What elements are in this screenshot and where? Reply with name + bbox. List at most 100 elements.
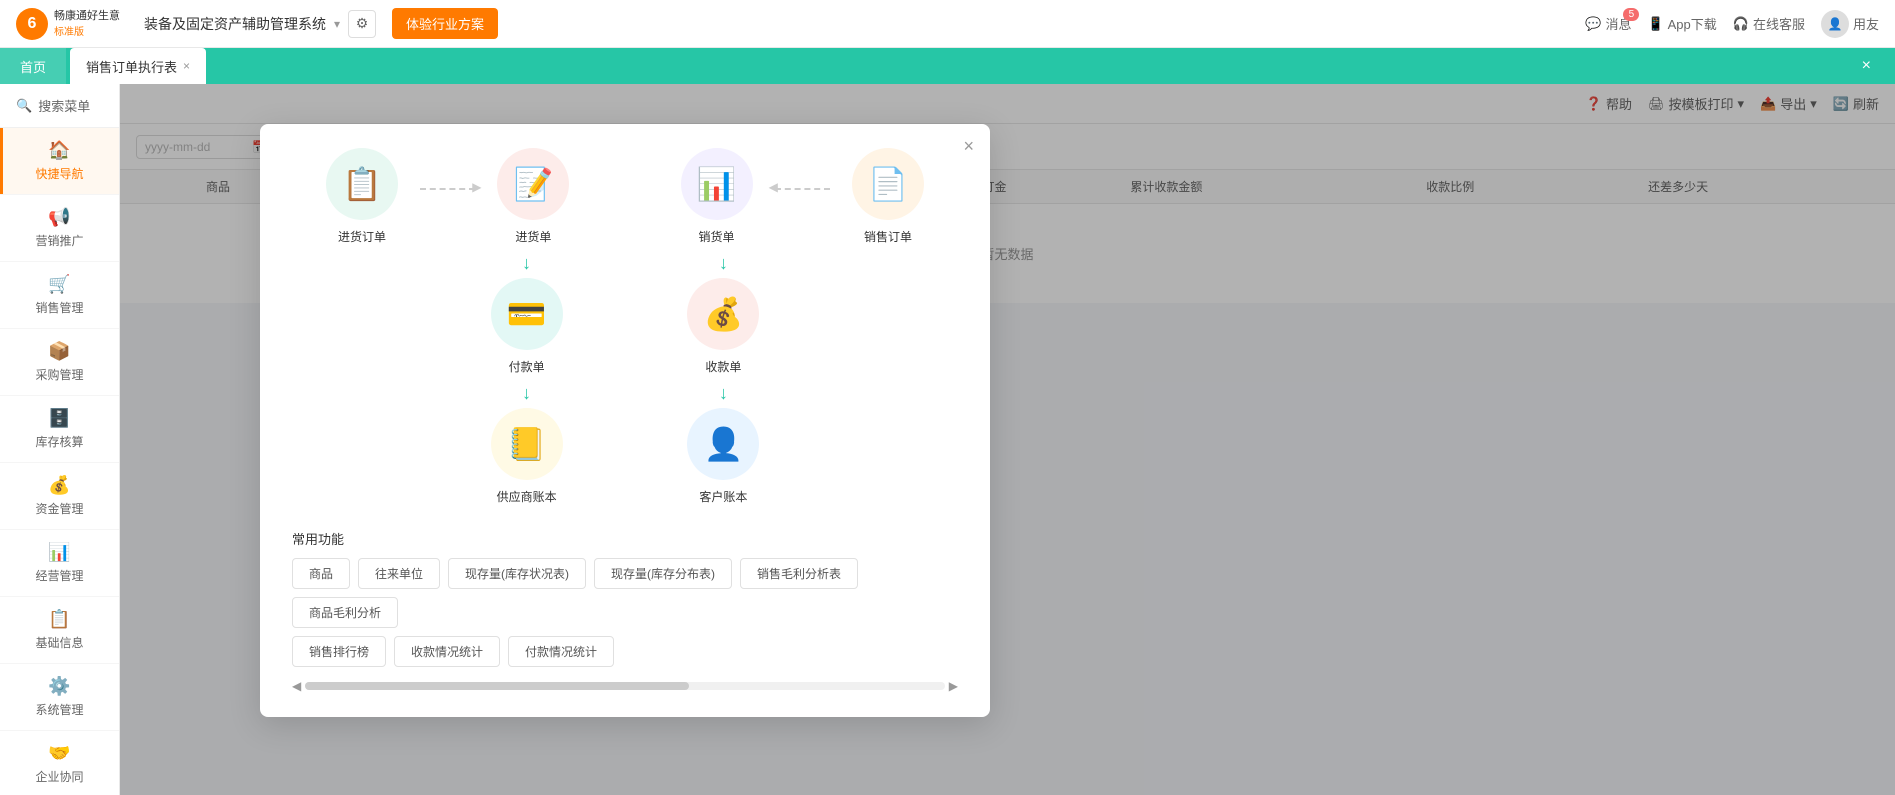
sidebar-item-enterprise[interactable]: 🤝 企业协同 bbox=[0, 731, 119, 795]
sidebar-label-finance: 资金管理 bbox=[35, 500, 83, 517]
func-btn-sales-rank[interactable]: 销售排行榜 bbox=[292, 636, 386, 667]
sales-order-node[interactable]: 📄 销售订单 bbox=[838, 148, 938, 245]
down-arrow-sales: ↓ bbox=[673, 253, 773, 274]
tab-home[interactable]: 首页 bbox=[0, 48, 66, 84]
main-layout: 🔍 搜索菜单 🏠 快捷导航 📢 营销推广 🛒 销售管理 📦 采购管理 🗄️ 库存… bbox=[0, 84, 1895, 795]
search-icon: 🔍 bbox=[16, 98, 32, 114]
payment-slip-node[interactable]: 💳 付款单 bbox=[477, 278, 577, 375]
flow-arrows-down: ↓ ↓ bbox=[292, 253, 958, 274]
customer-ledger-label: 客户账本 bbox=[699, 488, 747, 505]
tab-sales-order[interactable]: 销售订单执行表 × bbox=[70, 48, 206, 84]
message-button[interactable]: 💬 消息 5 bbox=[1585, 14, 1631, 33]
func-btn-inventory-status[interactable]: 现存量(库存状况表) bbox=[448, 558, 586, 589]
func-btn-goods[interactable]: 商品 bbox=[292, 558, 350, 589]
sidebar-item-marketing[interactable]: 📢 营销推广 bbox=[0, 195, 119, 262]
sidebar: 🔍 搜索菜单 🏠 快捷导航 📢 营销推广 🛒 销售管理 📦 采购管理 🗄️ 库存… bbox=[0, 84, 120, 795]
sidebar-item-inventory[interactable]: 🗄️ 库存核算 bbox=[0, 396, 119, 463]
receipt-slip-node[interactable]: 💰 收款单 bbox=[673, 278, 773, 375]
dropdown-arrow-icon[interactable]: ▾ bbox=[334, 17, 340, 31]
modal-overlay[interactable]: × 📋 进货订单 bbox=[120, 84, 1895, 795]
func-btn-sales-profit[interactable]: 销售毛利分析表 bbox=[740, 558, 858, 589]
marketing-icon: 📢 bbox=[48, 207, 70, 228]
sales-receipt-node[interactable]: 📊 销货单 bbox=[667, 148, 767, 245]
sales-receipt-circle: 📊 bbox=[681, 148, 753, 220]
system-icon: ⚙️ bbox=[48, 676, 70, 697]
sidebar-item-basic-info[interactable]: 📋 基础信息 bbox=[0, 597, 119, 664]
sidebar-item-purchase[interactable]: 📦 采购管理 bbox=[0, 329, 119, 396]
purchase-receipt-circle: 📝 bbox=[497, 148, 569, 220]
arrow-purchase-to-receipt: ▶ bbox=[412, 188, 483, 190]
sidebar-label-enterprise: 企业协同 bbox=[35, 768, 83, 785]
search-menu[interactable]: 🔍 搜索菜单 bbox=[0, 84, 119, 128]
sidebar-label-basic-info: 基础信息 bbox=[35, 634, 83, 651]
experience-button[interactable]: 体验行业方案 bbox=[392, 8, 498, 39]
settings-icon[interactable]: ⚙ bbox=[348, 10, 376, 38]
down-arrow-purchase: ↓ bbox=[477, 253, 577, 274]
modal-scrollbar: ◀ ▶ bbox=[292, 679, 958, 693]
tab-bar-close-icon[interactable]: × bbox=[1854, 57, 1879, 75]
scroll-right-icon[interactable]: ▶ bbox=[949, 679, 958, 693]
arrow-sales-order-to-receipt: ◀ bbox=[767, 188, 838, 190]
sidebar-item-operations[interactable]: 📊 经营管理 bbox=[0, 530, 119, 597]
logo-icon: 6 bbox=[16, 8, 48, 40]
sidebar-label-system: 系统管理 bbox=[35, 701, 83, 718]
top-header: 6 畅康通好生意 标准版 装备及固定资产辅助管理系统 ▾ ⚙ 体验行业方案 💬 … bbox=[0, 0, 1895, 48]
func-btn-goods-profit[interactable]: 商品毛利分析 bbox=[292, 597, 398, 628]
purchase-receipt-label: 进货单 bbox=[515, 228, 551, 245]
supplier-ledger-node[interactable]: 📒 供应商账本 bbox=[477, 408, 577, 505]
supplier-ledger-circle: 📒 bbox=[491, 408, 563, 480]
flow-row-3: 📒 供应商账本 👤 客户账本 bbox=[292, 408, 958, 505]
func-btn-inventory-dist[interactable]: 现存量(库存分布表) bbox=[594, 558, 732, 589]
purchase-order-circle: 📋 bbox=[326, 148, 398, 220]
logo-area: 6 畅康通好生意 标准版 bbox=[16, 8, 136, 40]
scrollbar-thumb bbox=[305, 682, 689, 690]
receipt-slip-label: 收款单 bbox=[705, 358, 741, 375]
logo-text: 畅康通好生意 bbox=[54, 9, 120, 23]
customer-ledger-node[interactable]: 👤 客户账本 bbox=[673, 408, 773, 505]
tab-close-icon[interactable]: × bbox=[183, 59, 190, 73]
func-btn-contacts[interactable]: 往来单位 bbox=[358, 558, 440, 589]
func-buttons-row2: 销售排行榜 收款情况统计 付款情况统计 bbox=[292, 636, 958, 667]
sidebar-item-finance[interactable]: 💰 资金管理 bbox=[0, 463, 119, 530]
avatar: 👤 bbox=[1821, 10, 1849, 38]
enterprise-icon: 🤝 bbox=[48, 743, 70, 764]
purchase-order-node[interactable]: 📋 进货订单 bbox=[312, 148, 412, 245]
receipt-slip-circle: 💰 bbox=[687, 278, 759, 350]
sidebar-item-quick-nav[interactable]: 🏠 快捷导航 bbox=[0, 128, 119, 195]
message-icon: 💬 bbox=[1585, 16, 1601, 32]
operations-icon: 📊 bbox=[48, 542, 70, 563]
func-btn-collection-stats[interactable]: 收款情况统计 bbox=[394, 636, 500, 667]
sidebar-item-sales[interactable]: 🛒 销售管理 bbox=[0, 262, 119, 329]
online-service-label: 在线客服 bbox=[1753, 14, 1805, 33]
search-menu-label: 搜索菜单 bbox=[38, 96, 90, 115]
sales-receipt-label: 销货单 bbox=[699, 228, 735, 245]
flow-arrows-down-2: ↓ ↓ bbox=[292, 383, 958, 404]
flow-row-1: 📋 进货订单 ▶ 📝 bbox=[292, 148, 958, 245]
header-right: 💬 消息 5 📱 App下载 🎧 在线客服 👤 用友 bbox=[1585, 10, 1879, 38]
active-indicator bbox=[0, 128, 3, 194]
message-badge: 5 bbox=[1623, 8, 1639, 21]
app-download-button[interactable]: 📱 App下载 bbox=[1647, 14, 1716, 33]
sales-order-circle: 📄 bbox=[852, 148, 924, 220]
modal-close-icon[interactable]: × bbox=[963, 136, 974, 157]
system-title-area: 装备及固定资产辅助管理系统 ▾ ⚙ 体验行业方案 bbox=[144, 8, 498, 39]
scrollbar-track[interactable] bbox=[305, 682, 945, 690]
tab-home-label: 首页 bbox=[20, 57, 46, 76]
tab-bar: 首页 销售订单执行表 × × bbox=[0, 48, 1895, 84]
user-menu[interactable]: 👤 用友 bbox=[1821, 10, 1879, 38]
quick-nav-icon: 🏠 bbox=[48, 140, 70, 161]
func-buttons-row1: 商品 往来单位 现存量(库存状况表) 现存量(库存分布表) 销售毛利分析表 商品… bbox=[292, 558, 958, 628]
app-download-label: App下载 bbox=[1668, 14, 1717, 33]
flow-diagram: 📋 进货订单 ▶ 📝 bbox=[292, 148, 958, 513]
sidebar-label-operations: 经营管理 bbox=[35, 567, 83, 584]
service-icon: 🎧 bbox=[1733, 16, 1749, 32]
common-functions-title: 常用功能 bbox=[292, 529, 958, 548]
scroll-left-icon[interactable]: ◀ bbox=[292, 679, 301, 693]
online-service-button[interactable]: 🎧 在线客服 bbox=[1733, 14, 1805, 33]
func-btn-payment-stats[interactable]: 付款情况统计 bbox=[508, 636, 614, 667]
flow-row-2: 💳 付款单 💰 收款单 bbox=[292, 278, 958, 375]
sidebar-item-system[interactable]: ⚙️ 系统管理 bbox=[0, 664, 119, 731]
tab-sales-order-label: 销售订单执行表 bbox=[86, 57, 177, 76]
sales-order-label: 销售订单 bbox=[864, 228, 912, 245]
purchase-receipt-node[interactable]: 📝 进货单 bbox=[483, 148, 583, 245]
